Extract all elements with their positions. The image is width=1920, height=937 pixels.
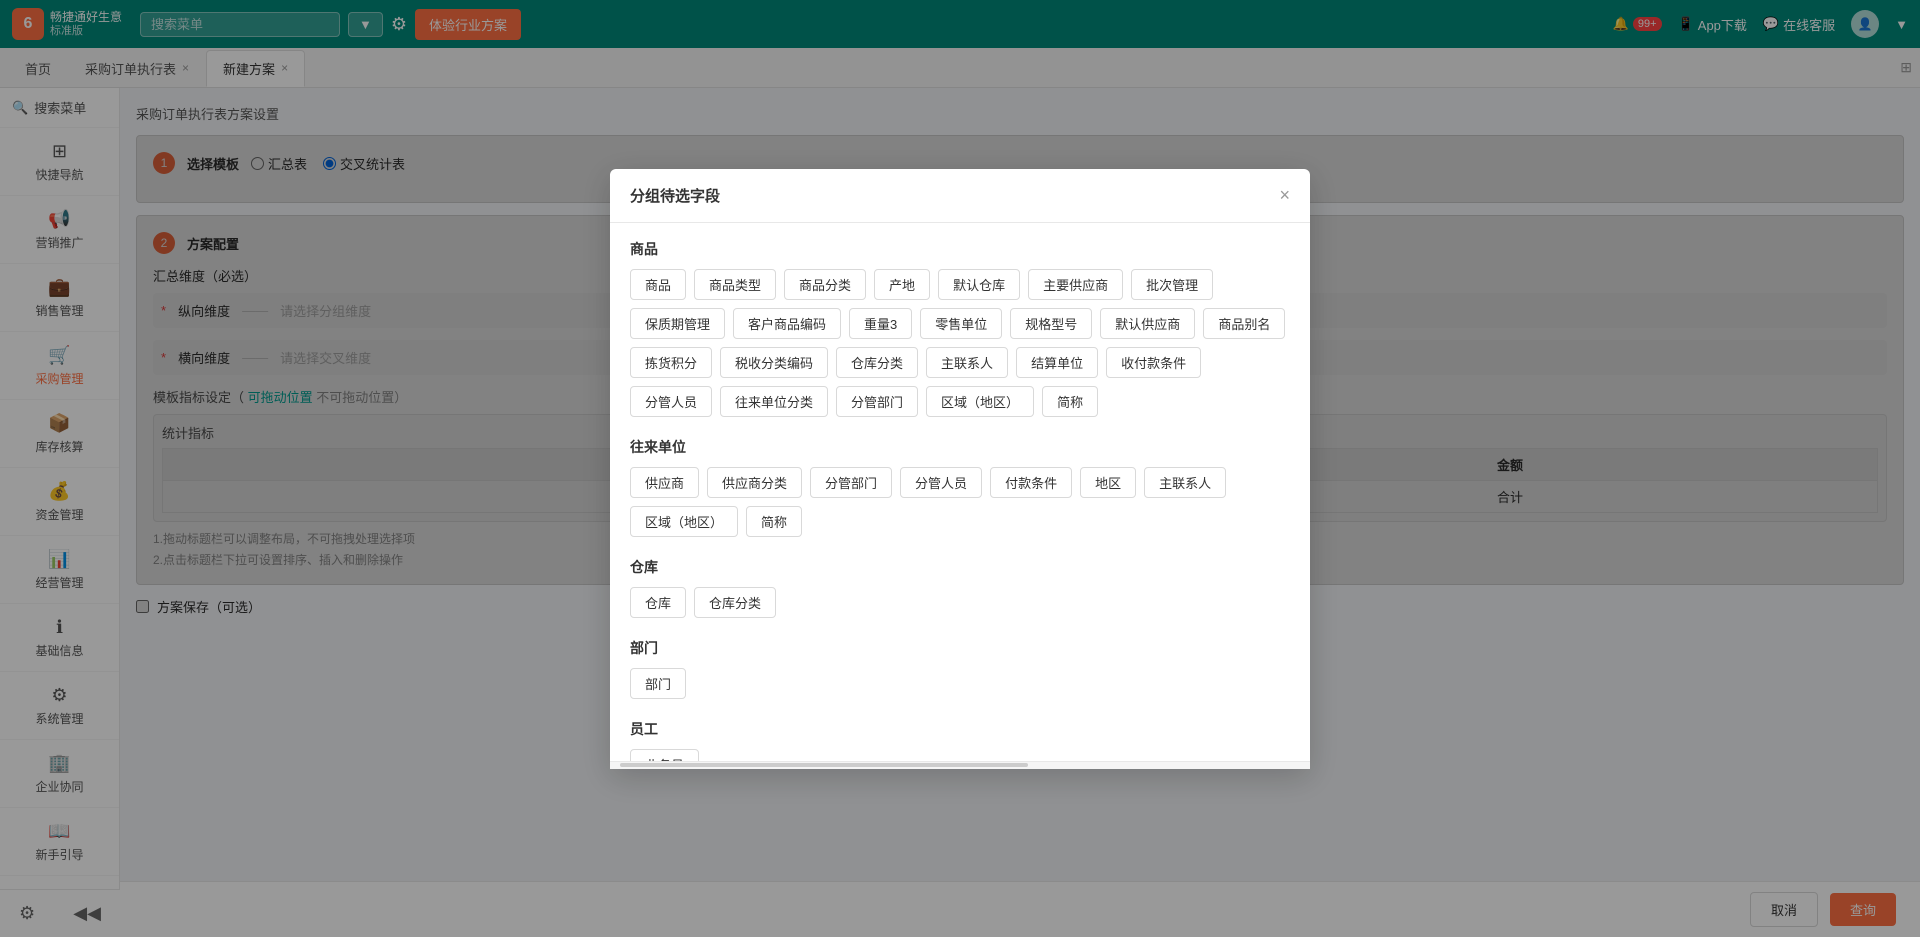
- field-tag[interactable]: 税收分类编码: [720, 347, 828, 378]
- field-tags-product: 商品 商品类型 商品分类 产地 默认仓库 主要供应商 批次管理 保质期管理 客户…: [630, 269, 1290, 417]
- field-tag[interactable]: 供应商分类: [707, 467, 802, 498]
- field-tag[interactable]: 客户商品编码: [733, 308, 841, 339]
- field-tag[interactable]: 简称: [1042, 386, 1098, 417]
- field-tag[interactable]: 产地: [874, 269, 930, 300]
- section-title-counterpart: 往来单位: [630, 437, 1290, 457]
- field-tags-employee: 业务员: [630, 749, 1290, 761]
- field-tag[interactable]: 地区: [1080, 467, 1136, 498]
- field-tag[interactable]: 主联系人: [1144, 467, 1226, 498]
- field-tag[interactable]: 供应商: [630, 467, 699, 498]
- section-title-product: 商品: [630, 239, 1290, 259]
- modal-title: 分组待选字段: [630, 185, 720, 206]
- field-tag[interactable]: 分管人员: [630, 386, 712, 417]
- modal-header: 分组待选字段 ×: [610, 169, 1310, 223]
- field-tag[interactable]: 区域（地区）: [630, 506, 738, 537]
- field-group-product: 商品 商品 商品类型 商品分类 产地 默认仓库 主要供应商 批次管理 保质期管理…: [630, 239, 1290, 417]
- field-tag[interactable]: 部门: [630, 668, 686, 699]
- field-tag[interactable]: 默认供应商: [1100, 308, 1195, 339]
- field-tag[interactable]: 商品分类: [784, 269, 866, 300]
- field-tag[interactable]: 商品别名: [1203, 308, 1285, 339]
- modal-overlay: 分组待选字段 × 商品 商品 商品类型 商品分类 产地 默认仓库 主要供应商 批…: [0, 0, 1920, 937]
- field-tag[interactable]: 保质期管理: [630, 308, 725, 339]
- modal-body[interactable]: 商品 商品 商品类型 商品分类 产地 默认仓库 主要供应商 批次管理 保质期管理…: [610, 223, 1310, 761]
- field-tags-department: 部门: [630, 668, 1290, 699]
- field-tag[interactable]: 区域（地区）: [926, 386, 1034, 417]
- field-tag[interactable]: 仓库分类: [836, 347, 918, 378]
- field-tag[interactable]: 收付款条件: [1106, 347, 1201, 378]
- field-tag[interactable]: 默认仓库: [938, 269, 1020, 300]
- field-tags-warehouse: 仓库 仓库分类: [630, 587, 1290, 618]
- field-tag[interactable]: 分管人员: [900, 467, 982, 498]
- field-tag[interactable]: 商品: [630, 269, 686, 300]
- modal: 分组待选字段 × 商品 商品 商品类型 商品分类 产地 默认仓库 主要供应商 批…: [610, 169, 1310, 769]
- field-tag[interactable]: 批次管理: [1131, 269, 1213, 300]
- field-tag[interactable]: 付款条件: [990, 467, 1072, 498]
- hscroll-thumb: [620, 763, 1028, 767]
- field-tag[interactable]: 往来单位分类: [720, 386, 828, 417]
- field-tag[interactable]: 分管部门: [810, 467, 892, 498]
- field-tag[interactable]: 拣货积分: [630, 347, 712, 378]
- field-group-warehouse: 仓库 仓库 仓库分类: [630, 557, 1290, 618]
- field-tags-counterpart: 供应商 供应商分类 分管部门 分管人员 付款条件 地区 主联系人 区域（地区） …: [630, 467, 1290, 537]
- field-tag[interactable]: 结算单位: [1016, 347, 1098, 378]
- field-tag[interactable]: 仓库分类: [694, 587, 776, 618]
- field-tag[interactable]: 重量3: [849, 308, 912, 339]
- field-tag[interactable]: 规格型号: [1010, 308, 1092, 339]
- field-tag[interactable]: 商品类型: [694, 269, 776, 300]
- modal-hscroll[interactable]: [610, 761, 1310, 769]
- field-group-counterpart: 往来单位 供应商 供应商分类 分管部门 分管人员 付款条件 地区 主联系人 区域…: [630, 437, 1290, 537]
- field-tag[interactable]: 零售单位: [920, 308, 1002, 339]
- modal-close-btn[interactable]: ×: [1279, 185, 1290, 206]
- field-tag[interactable]: 主联系人: [926, 347, 1008, 378]
- field-tag[interactable]: 简称: [746, 506, 802, 537]
- field-tag[interactable]: 分管部门: [836, 386, 918, 417]
- section-title-employee: 员工: [630, 719, 1290, 739]
- field-group-employee: 员工 业务员: [630, 719, 1290, 761]
- section-title-warehouse: 仓库: [630, 557, 1290, 577]
- field-tag[interactable]: 仓库: [630, 587, 686, 618]
- field-tag[interactable]: 主要供应商: [1028, 269, 1123, 300]
- section-title-department: 部门: [630, 638, 1290, 658]
- field-group-department: 部门 部门: [630, 638, 1290, 699]
- field-tag[interactable]: 业务员: [630, 749, 699, 761]
